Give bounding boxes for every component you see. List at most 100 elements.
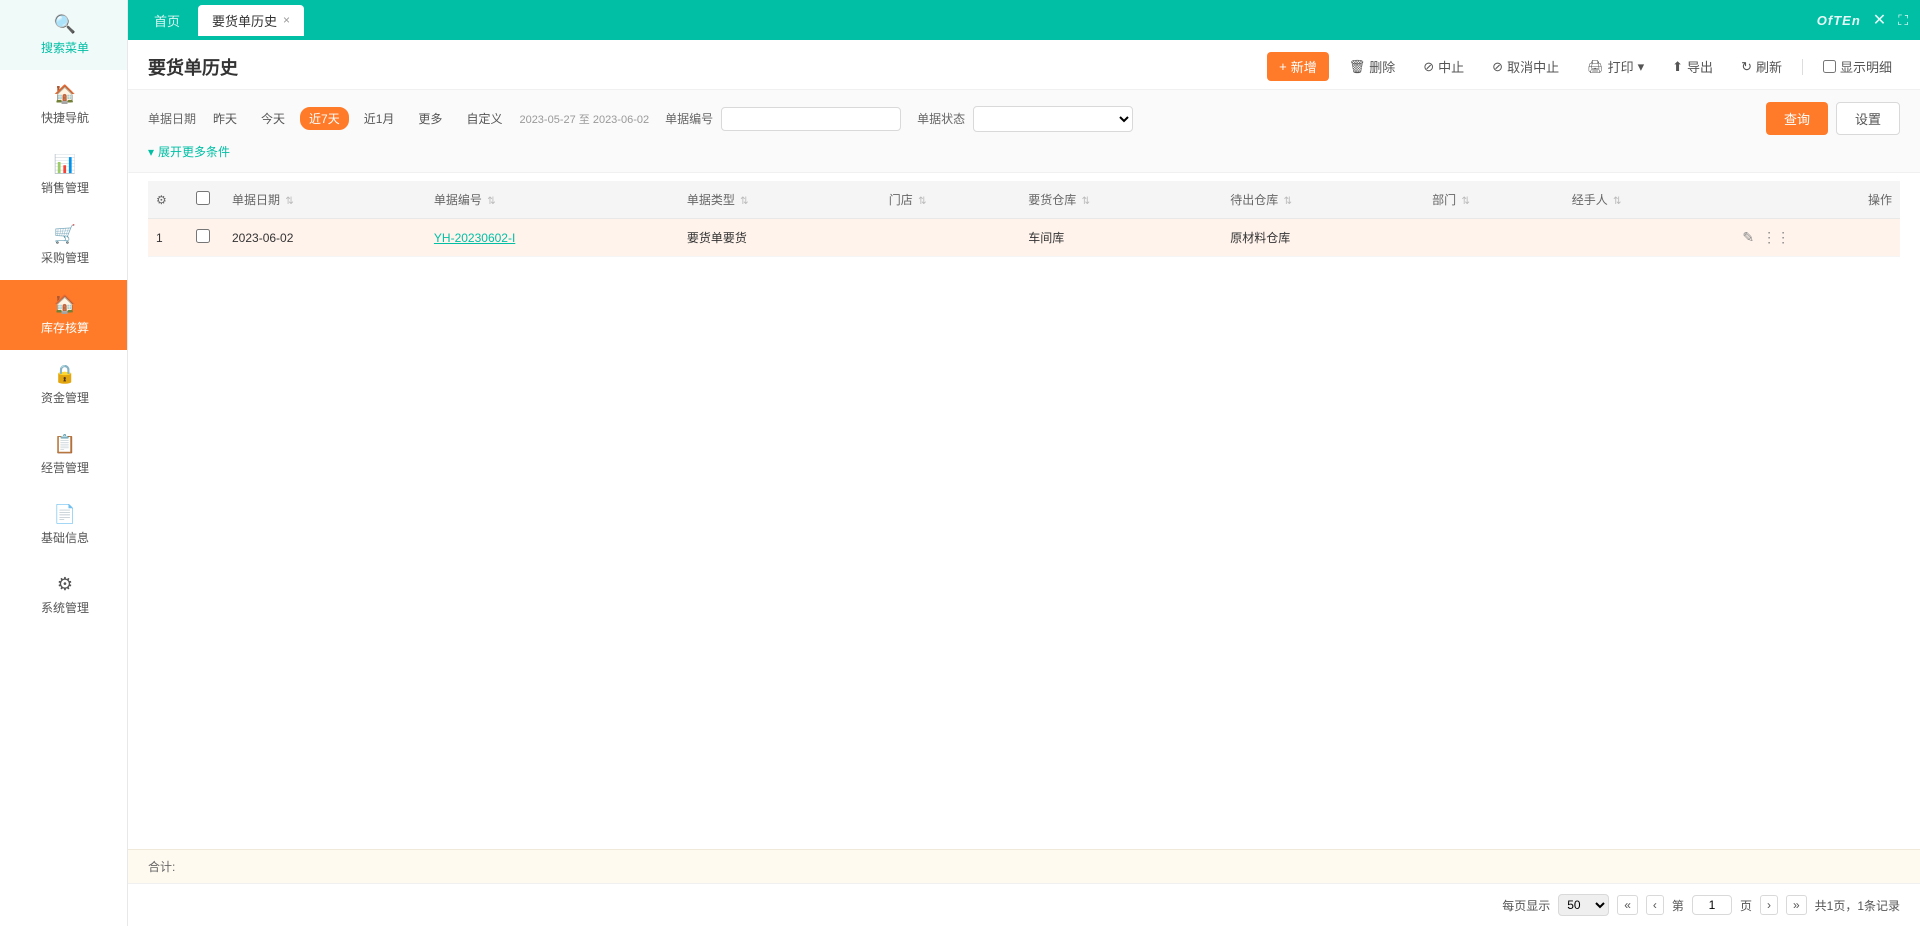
refresh-label: 刷新: [1756, 57, 1782, 76]
stop-label: 中止: [1438, 57, 1464, 76]
sidebar-item-label: 资金管理: [41, 389, 89, 406]
refresh-button[interactable]: ↻ 刷新: [1733, 53, 1790, 80]
select-all-checkbox[interactable]: [196, 191, 210, 205]
filter-bar: 单据日期 昨天 今天 近7天 近1月 更多 自定义 2023-05-27 至 2…: [128, 90, 1920, 173]
date-last-month[interactable]: 近1月: [355, 107, 404, 130]
sidebar-item-basic-info[interactable]: 📄 基础信息: [0, 490, 127, 560]
table-footer: 合计:: [128, 849, 1920, 883]
col-department[interactable]: 部门 ⇅: [1424, 181, 1564, 219]
table-row[interactable]: 1 2023-06-02 YH-20230602-I 要货单要货 车间库 原材料…: [148, 219, 1900, 257]
status-select[interactable]: [973, 106, 1133, 132]
date-custom[interactable]: 自定义: [457, 107, 511, 130]
show-detail-checkbox[interactable]: [1823, 60, 1836, 73]
sort-req-warehouse-icon: ⇅: [1082, 196, 1090, 207]
page-number-input[interactable]: [1692, 895, 1732, 915]
row-edit-icon[interactable]: ✎: [1742, 229, 1754, 246]
row-select-checkbox[interactable]: [196, 229, 210, 243]
add-icon: +: [1279, 59, 1287, 74]
export-icon: ⬆: [1672, 59, 1683, 75]
query-button[interactable]: 查询: [1766, 102, 1828, 135]
expand-label: 展开更多条件: [158, 143, 230, 160]
date-more[interactable]: 更多: [409, 107, 451, 130]
col-checkbox: [188, 181, 224, 219]
row-order-no-link[interactable]: YH-20230602-I: [434, 231, 515, 245]
add-button[interactable]: + 新增: [1267, 52, 1329, 81]
date-filter-label: 单据日期: [148, 110, 196, 127]
stop-icon: ⊘: [1423, 59, 1434, 75]
export-button[interactable]: ⬆ 导出: [1664, 53, 1721, 80]
col-action: 操作: [1734, 181, 1900, 219]
last-page-btn[interactable]: »: [1786, 895, 1807, 915]
sidebar-item-purchase[interactable]: 🛒 采购管理: [0, 210, 127, 280]
cancel-stop-button[interactable]: ⊘ 取消中止: [1484, 53, 1567, 80]
col-handler[interactable]: 经手人 ⇅: [1564, 181, 1735, 219]
sidebar-item-label: 销售管理: [41, 179, 89, 196]
order-no-label: 单据编号: [665, 110, 713, 127]
tab-order-history[interactable]: 要货单历史 ×: [198, 5, 304, 36]
first-page-btn[interactable]: «: [1617, 895, 1638, 915]
col-store[interactable]: 门店 ⇅: [881, 181, 1021, 219]
col-order-no[interactable]: 单据编号 ⇅: [426, 181, 679, 219]
date-yesterday[interactable]: 昨天: [204, 107, 246, 130]
row-actions: ✎ ⋮⋮: [1734, 219, 1900, 257]
chart-icon: 📊: [54, 154, 76, 175]
row-index: 1: [148, 219, 188, 257]
order-no-input[interactable]: [721, 107, 901, 131]
settings-button[interactable]: 设置: [1836, 102, 1900, 135]
sidebar-item-quick-nav[interactable]: 🏠 快捷导航: [0, 70, 127, 140]
sort-date-icon: ⇅: [285, 196, 293, 207]
order-no-filter-group: 单据编号: [665, 107, 901, 131]
expand-conditions-btn[interactable]: ▾ 展开更多条件: [148, 143, 1900, 160]
add-label: 新增: [1291, 57, 1317, 76]
delete-icon: 🗑: [1349, 59, 1366, 75]
row-department: [1424, 219, 1564, 257]
col-order-type[interactable]: 单据类型 ⇅: [679, 181, 881, 219]
row-more-icon[interactable]: ⋮⋮: [1762, 229, 1790, 246]
sidebar-item-search[interactable]: 🔍 搜索菜单: [0, 0, 127, 70]
col-settings[interactable]: ⚙: [148, 181, 188, 219]
row-pending-warehouse: 原材料仓库: [1222, 219, 1424, 257]
date-range-display: 2023-05-27 至 2023-06-02: [519, 111, 649, 127]
pagination: 每页显示 10 20 50 100 « ‹ 第 页 › » 共1页，1条记录: [128, 883, 1920, 926]
page-label: 第: [1672, 897, 1684, 914]
next-page-btn[interactable]: ›: [1760, 895, 1778, 915]
sidebar-item-operations[interactable]: 📋 经营管理: [0, 420, 127, 490]
col-req-warehouse[interactable]: 要货仓库 ⇅: [1020, 181, 1222, 219]
tab-order-history-label: 要货单历史: [212, 11, 277, 30]
row-store: [881, 219, 1021, 257]
delete-button[interactable]: 🗑 删除: [1341, 53, 1404, 80]
page-header: 要货单历史 + 新增 🗑 删除 ⊘ 中止 ⊘ 取消中止: [128, 40, 1920, 90]
col-date[interactable]: 单据日期 ⇅: [224, 181, 426, 219]
print-label: 打印: [1608, 57, 1634, 76]
row-handler: [1564, 219, 1735, 257]
show-detail-button[interactable]: 显示明细: [1815, 53, 1900, 80]
sidebar-item-finance[interactable]: 🔒 资金管理: [0, 350, 127, 420]
print-dropdown-icon: ▾: [1638, 59, 1645, 75]
settings-icon[interactable]: ⚙: [156, 193, 167, 207]
sidebar-item-label: 系统管理: [41, 599, 89, 616]
date-last7days[interactable]: 近7天: [300, 107, 349, 130]
print-button[interactable]: 🖨 打印 ▾: [1579, 53, 1652, 80]
search-icon: 🔍: [54, 14, 76, 35]
window-maximize-icon[interactable]: ⛶: [1898, 12, 1908, 29]
table-wrapper: ⚙ 单据日期 ⇅ 单据编号 ⇅: [128, 173, 1920, 849]
page-title: 要货单历史: [148, 54, 1267, 80]
toolbar-divider: [1802, 59, 1803, 75]
sidebar-item-system[interactable]: ⚙ 系统管理: [0, 560, 127, 630]
tab-home[interactable]: 首页: [140, 5, 194, 36]
page-size-select[interactable]: 10 20 50 100: [1558, 894, 1609, 916]
summary-label: 合计:: [148, 860, 175, 874]
sidebar-item-inventory[interactable]: 🏠 库存核算: [0, 280, 127, 350]
toolbar: + 新增 🗑 删除 ⊘ 中止 ⊘ 取消中止 🖨 打印: [1267, 52, 1900, 81]
tab-home-label: 首页: [154, 11, 180, 30]
window-close-icon[interactable]: ✕: [1873, 10, 1886, 30]
date-today[interactable]: 今天: [252, 107, 294, 130]
page-size-label: 每页显示: [1502, 897, 1550, 914]
col-pending-warehouse-label: 待出仓库: [1230, 193, 1278, 207]
sidebar-item-sales[interactable]: 📊 销售管理: [0, 140, 127, 210]
sort-order-no-icon: ⇅: [487, 196, 495, 207]
prev-page-btn[interactable]: ‹: [1646, 895, 1664, 915]
col-pending-warehouse[interactable]: 待出仓库 ⇅: [1222, 181, 1424, 219]
stop-button[interactable]: ⊘ 中止: [1415, 53, 1472, 80]
tab-close-icon[interactable]: ×: [283, 13, 290, 27]
